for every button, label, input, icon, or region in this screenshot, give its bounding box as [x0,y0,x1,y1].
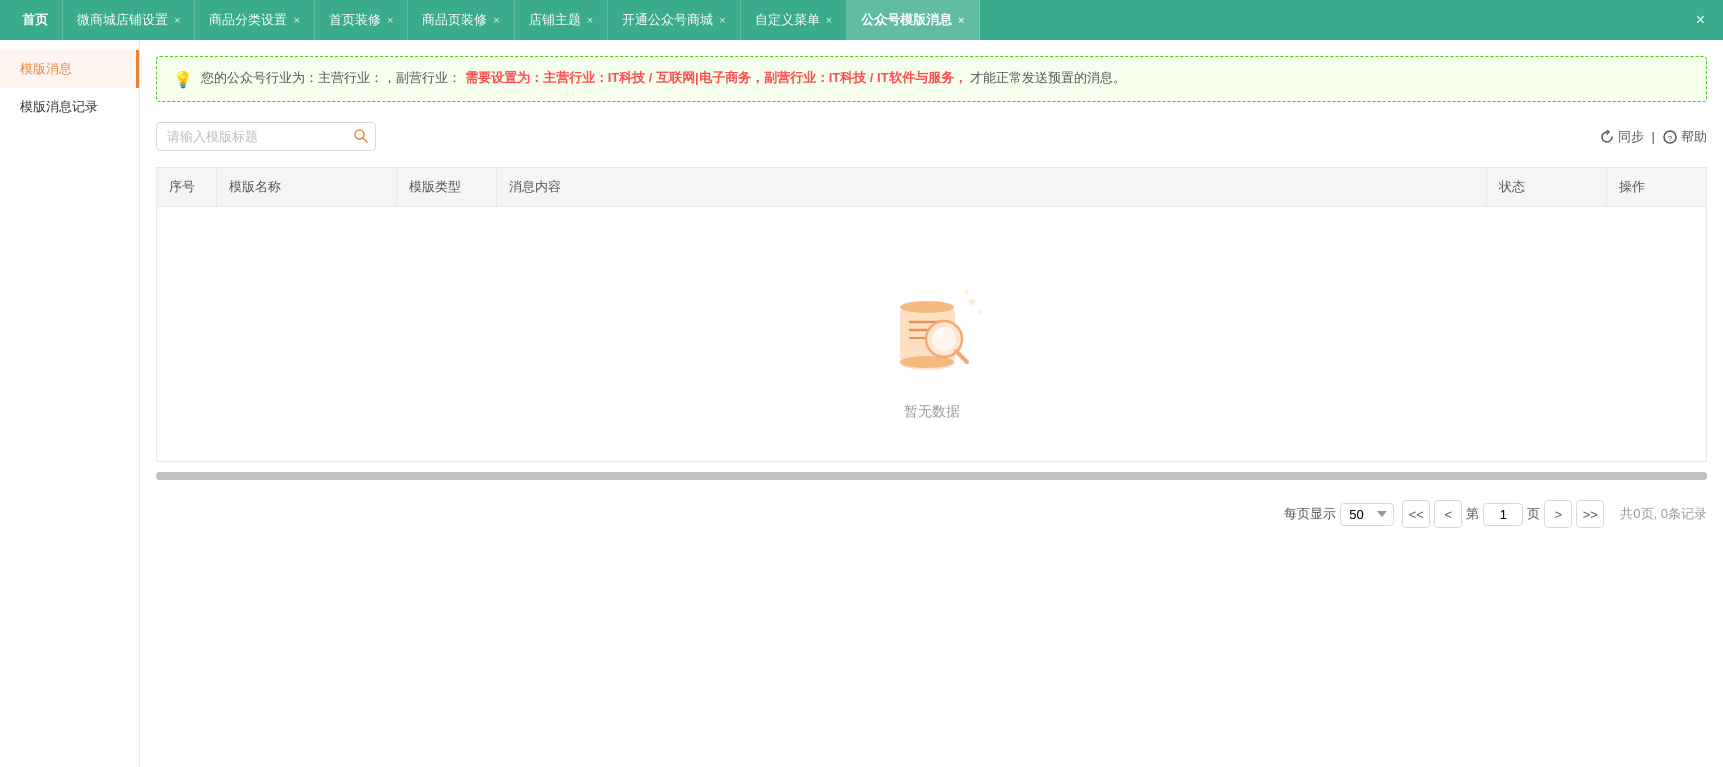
notice-prefix: 您的公众号行业为：主营行业：，副营行业： [201,70,461,85]
per-page-section: 每页显示 10 20 50 100 [1284,503,1394,526]
toolbar-right: 同步 | ? 帮助 [1600,128,1707,146]
svg-point-11 [932,327,956,351]
svg-line-1 [363,138,367,142]
svg-point-16 [965,290,969,294]
tab-custom-menu-label: 自定义菜单 [755,11,820,29]
main-content: 💡 您的公众号行业为：主营行业：，副营行业： 需要设置为：主营行业：IT科技 /… [140,40,1723,767]
sidebar-item-template-msg-label: 模版消息 [20,61,72,76]
tab-home-label: 首页 [22,11,48,29]
close-icon[interactable]: × [493,14,499,26]
tab-template-msg-label: 公众号模版消息 [861,11,952,29]
search-input-wrap [156,122,376,151]
notice-highlight: 需要设置为：主营行业：IT科技 / 互联网|电子商务，副营行业：IT科技 / I… [465,70,967,85]
data-table: 序号 模版名称 模版类型 消息内容 状态 操作 [156,167,1707,462]
search-input[interactable] [156,122,376,151]
close-icon[interactable]: × [958,14,964,26]
help-button[interactable]: ? 帮助 [1663,128,1707,146]
col-status: 状态 [1487,168,1607,207]
svg-point-13 [935,330,943,338]
table-header: 序号 模版名称 模版类型 消息内容 状态 操作 [157,168,1707,207]
close-icon[interactable]: × [587,14,593,26]
notice-suffix: 才能正常发送预置的消息。 [970,70,1126,85]
col-content: 消息内容 [497,168,1487,207]
col-seq: 序号 [157,168,217,207]
page-unit: 页 [1527,505,1540,523]
toolbar-divider: | [1652,129,1655,144]
tab-custom-menu[interactable]: 自定义菜单 × [741,0,847,40]
next-page-button[interactable]: > [1544,500,1572,528]
lightbulb-icon: 💡 [173,70,193,89]
empty-illustration [872,267,992,387]
empty-state: 暂无数据 [157,207,1706,461]
tab-home-decoration[interactable]: 首页装修 × [315,0,408,40]
notice-text: 您的公众号行业为：主营行业：，副营行业： 需要设置为：主营行业：IT科技 / 互… [201,69,1126,87]
close-icon[interactable]: × [174,14,180,26]
svg-line-12 [956,351,967,362]
svg-text:?: ? [1668,134,1673,143]
page-input[interactable] [1483,503,1523,526]
total-info: 共0页, 0条记录 [1620,505,1707,523]
tab-open-mall-label: 开通公众号商城 [622,11,713,29]
sync-button[interactable]: 同步 [1600,128,1644,146]
tab-category-settings-label: 商品分类设置 [209,11,287,29]
sync-label: 同步 [1618,128,1644,146]
tab-wshop-settings-label: 微商城店铺设置 [77,11,168,29]
main-layout: 模版消息 模版消息记录 💡 您的公众号行业为：主营行业：，副营行业： 需要设置为… [0,40,1723,767]
page-nav: << < 第 页 > >> [1402,500,1604,528]
notice-box: 💡 您的公众号行业为：主营行业：，副营行业： 需要设置为：主营行业：IT科技 /… [156,56,1707,102]
tab-wshop-settings[interactable]: 微商城店铺设置 × [63,0,195,40]
search-button[interactable] [353,128,368,146]
tab-home-decoration-label: 首页装修 [329,11,381,29]
tab-shop-theme-label: 店铺主题 [529,11,581,29]
close-all-button[interactable]: × [1686,11,1715,29]
table-header-row: 序号 模版名称 模版类型 消息内容 状态 操作 [157,168,1707,207]
tab-template-msg[interactable]: 公众号模版消息 × [847,0,979,40]
svg-point-14 [969,299,975,305]
per-page-label: 每页显示 [1284,505,1336,523]
empty-row: 暂无数据 [157,207,1707,462]
pagination: 每页显示 10 20 50 100 << < 第 页 > >> 共0页, 0条记… [156,490,1707,538]
close-icon[interactable]: × [719,14,725,26]
col-action: 操作 [1607,168,1707,207]
last-page-button[interactable]: >> [1576,500,1604,528]
sidebar-item-template-msg[interactable]: 模版消息 [0,50,139,88]
empty-text: 暂无数据 [904,403,960,421]
sidebar-item-template-record-label: 模版消息记录 [20,99,98,114]
prev-page-button[interactable]: < [1434,500,1462,528]
top-nav: 首页 微商城店铺设置 × 商品分类设置 × 首页装修 × 商品页装修 × 店铺主… [0,0,1723,40]
scrollbar-thumb[interactable] [156,472,1707,480]
tab-home[interactable]: 首页 [8,0,63,40]
col-type: 模版类型 [397,168,497,207]
svg-point-17 [900,301,954,313]
table-body: 暂无数据 [157,207,1707,462]
page-label: 第 [1466,505,1479,523]
col-name: 模版名称 [217,168,397,207]
svg-point-15 [978,310,982,314]
tab-category-settings[interactable]: 商品分类设置 × [195,0,314,40]
tab-product-decoration-label: 商品页装修 [422,11,487,29]
sidebar: 模版消息 模版消息记录 [0,40,140,767]
sidebar-item-template-record[interactable]: 模版消息记录 [0,88,139,126]
help-label: 帮助 [1681,128,1707,146]
close-icon[interactable]: × [293,14,299,26]
horizontal-scrollbar[interactable] [156,472,1707,480]
tab-open-mall[interactable]: 开通公众号商城 × [608,0,740,40]
per-page-select[interactable]: 10 20 50 100 [1340,503,1394,526]
search-bar: 同步 | ? 帮助 [156,122,1707,151]
first-page-button[interactable]: << [1402,500,1430,528]
tab-shop-theme[interactable]: 店铺主题 × [515,0,608,40]
close-icon[interactable]: × [387,14,393,26]
tab-product-decoration[interactable]: 商品页装修 × [408,0,514,40]
close-icon[interactable]: × [826,14,832,26]
